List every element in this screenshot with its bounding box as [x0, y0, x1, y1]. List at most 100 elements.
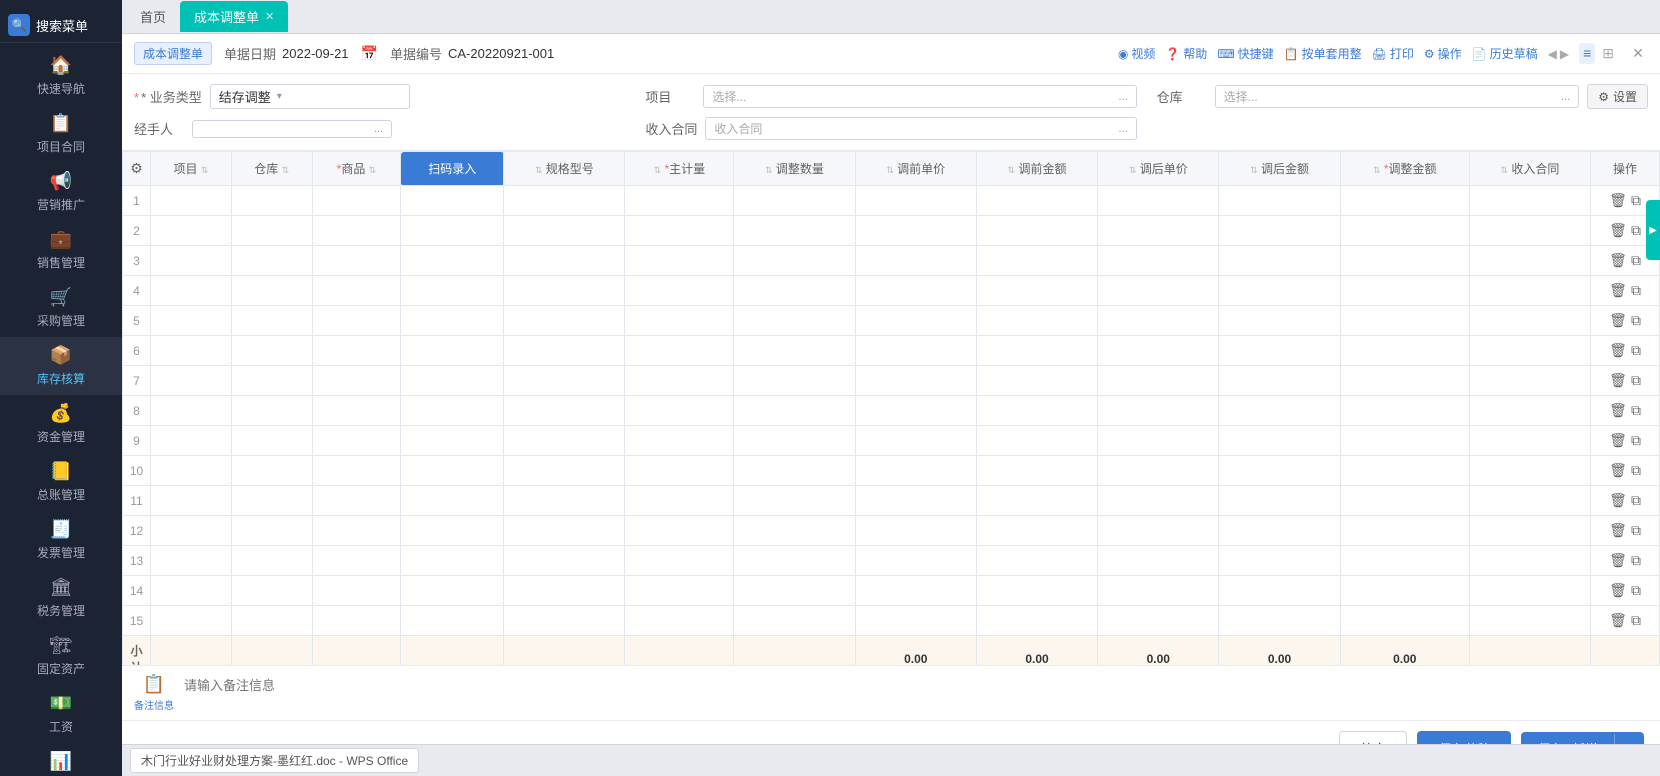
table-cell[interactable] [401, 516, 504, 546]
table-cell[interactable] [401, 396, 504, 426]
delete-row-icon[interactable]: 🗑 [1609, 432, 1627, 449]
table-cell[interactable] [855, 576, 976, 606]
table-cell[interactable] [401, 486, 504, 516]
table-cell[interactable] [312, 456, 401, 486]
table-cell[interactable] [1098, 606, 1219, 636]
table-cell[interactable] [734, 426, 855, 456]
table-cell[interactable] [231, 336, 312, 366]
table-cell[interactable] [625, 216, 734, 246]
delete-row-icon[interactable]: 🗑 [1609, 462, 1627, 479]
table-cell[interactable] [312, 546, 401, 576]
table-cell[interactable] [401, 246, 504, 276]
tab-close-icon[interactable]: ✕ [265, 10, 274, 23]
table-cell[interactable] [734, 306, 855, 336]
table-cell[interactable] [151, 276, 232, 306]
table-cell[interactable] [231, 186, 312, 216]
table-cell[interactable] [1219, 306, 1340, 336]
calendar-icon[interactable]: 📅 [361, 45, 378, 62]
table-cell[interactable] [401, 546, 504, 576]
th-after-unit-sort[interactable]: ⇅ [1129, 165, 1137, 175]
table-cell[interactable] [976, 606, 1097, 636]
table-cell[interactable] [1469, 396, 1590, 426]
table-cell[interactable] [1098, 516, 1219, 546]
delete-row-icon[interactable]: 🗑 [1609, 342, 1627, 359]
table-cell[interactable] [312, 606, 401, 636]
sidebar-item-ledger-mgmt[interactable]: 📒 总账管理 [0, 453, 122, 511]
table-cell[interactable] [504, 456, 625, 486]
table-cell[interactable] [1469, 576, 1590, 606]
th-warehouse-sort[interactable]: ⇅ [282, 165, 290, 175]
table-cell[interactable] [1340, 546, 1469, 576]
table-cell[interactable] [504, 246, 625, 276]
action-print[interactable]: 🖨打印 [1372, 45, 1414, 62]
table-cell[interactable] [855, 516, 976, 546]
table-cell[interactable] [1098, 276, 1219, 306]
window-close-button[interactable]: ✕ [1628, 44, 1648, 64]
table-cell[interactable] [1098, 396, 1219, 426]
delete-row-icon[interactable]: 🗑 [1609, 522, 1627, 539]
action-apply[interactable]: 📋按单套用整 [1284, 45, 1362, 62]
table-cell[interactable] [231, 546, 312, 576]
table-cell[interactable] [504, 486, 625, 516]
th-settings[interactable]: ⚙ [123, 152, 151, 186]
table-cell[interactable] [855, 336, 976, 366]
table-cell[interactable] [1340, 516, 1469, 546]
table-cell[interactable] [734, 216, 855, 246]
table-cell[interactable] [312, 216, 401, 246]
table-cell[interactable] [231, 246, 312, 276]
table-cell[interactable] [504, 576, 625, 606]
table-cell[interactable] [855, 246, 976, 276]
sidebar-item-sales-mgmt[interactable]: 💼 销售管理 [0, 221, 122, 279]
th-prev-amount-sort[interactable]: ⇅ [1008, 165, 1016, 175]
th-spec-sort[interactable]: ⇅ [535, 165, 543, 175]
sidebar-item-invoice-mgmt[interactable]: 🧾 发票管理 [0, 511, 122, 569]
delete-row-icon[interactable]: 🗑 [1609, 492, 1627, 509]
table-cell[interactable] [401, 366, 504, 396]
table-cell[interactable] [151, 186, 232, 216]
table-cell[interactable] [231, 426, 312, 456]
table-cell[interactable] [1469, 186, 1590, 216]
table-cell[interactable] [976, 366, 1097, 396]
grid-view-icon[interactable]: ⊞ [1598, 43, 1618, 64]
table-cell[interactable] [1219, 396, 1340, 426]
table-cell[interactable] [1219, 606, 1340, 636]
table-cell[interactable] [855, 396, 976, 426]
table-cell[interactable] [312, 396, 401, 426]
th-scan[interactable]: 扫码录入 [401, 152, 504, 186]
table-cell[interactable] [1469, 276, 1590, 306]
table-cell[interactable] [1098, 426, 1219, 456]
table-cell[interactable] [504, 186, 625, 216]
income-contract-select[interactable]: 收入合同 ... [705, 117, 1136, 140]
sidebar-item-purchase-mgmt[interactable]: 🛒 采购管理 [0, 279, 122, 337]
table-cell[interactable] [504, 426, 625, 456]
table-cell[interactable] [151, 246, 232, 276]
table-cell[interactable] [1469, 486, 1590, 516]
warehouse-select[interactable]: 选择... ... [1215, 85, 1580, 108]
table-cell[interactable] [231, 396, 312, 426]
delete-row-icon[interactable]: 🗑 [1609, 312, 1627, 329]
table-cell[interactable] [734, 516, 855, 546]
right-panel-toggle[interactable]: ▶ [1646, 200, 1660, 260]
table-cell[interactable] [1340, 396, 1469, 426]
table-cell[interactable] [976, 276, 1097, 306]
table-cell[interactable] [401, 576, 504, 606]
column-settings-icon[interactable]: ⚙ [130, 160, 143, 176]
delete-row-icon[interactable]: 🗑 [1609, 372, 1627, 389]
sidebar-item-fund-mgmt[interactable]: 💰 资金管理 [0, 395, 122, 453]
table-cell[interactable] [734, 546, 855, 576]
table-cell[interactable] [1340, 426, 1469, 456]
table-cell[interactable] [976, 426, 1097, 456]
table-cell[interactable] [1219, 186, 1340, 216]
table-cell[interactable] [504, 546, 625, 576]
table-cell[interactable] [1098, 366, 1219, 396]
sidebar-search[interactable]: 🔍 搜索菜单 [0, 8, 122, 43]
table-cell[interactable] [734, 186, 855, 216]
table-cell[interactable] [1340, 336, 1469, 366]
table-cell[interactable] [401, 426, 504, 456]
table-cell[interactable] [312, 516, 401, 546]
table-cell[interactable] [504, 306, 625, 336]
copy-row-icon[interactable]: ⧉ [1631, 552, 1641, 569]
table-cell[interactable] [855, 456, 976, 486]
table-cell[interactable] [231, 606, 312, 636]
table-cell[interactable] [151, 216, 232, 246]
